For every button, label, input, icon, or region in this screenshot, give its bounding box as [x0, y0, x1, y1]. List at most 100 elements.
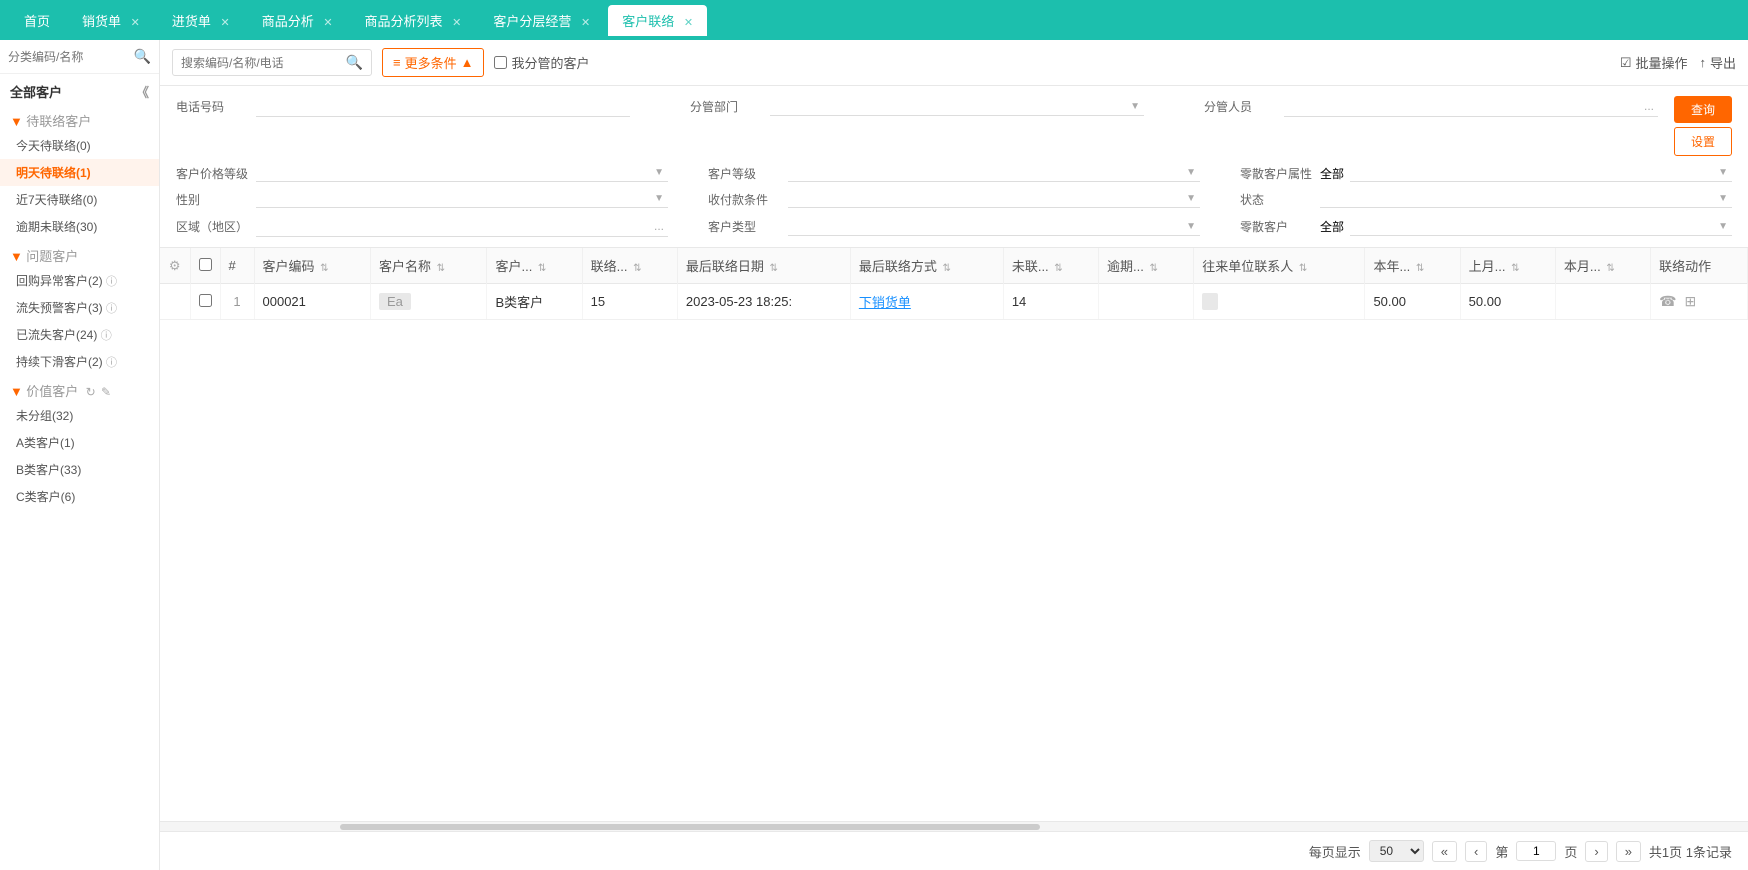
- row-select-checkbox[interactable]: [199, 294, 212, 307]
- reset-btn[interactable]: 设置: [1674, 127, 1732, 156]
- last-page-btn[interactable]: »: [1616, 841, 1641, 862]
- filter-price-level: 客户价格等级 ▼: [176, 164, 668, 182]
- col-contacts[interactable]: 联络... ⇅: [582, 248, 677, 284]
- filter-actions: 查询 设置: [1674, 96, 1732, 156]
- page-input[interactable]: [1516, 841, 1556, 861]
- person-select[interactable]: ...: [1284, 96, 1658, 117]
- close-sales-icon[interactable]: ✕: [131, 17, 140, 29]
- customer-type-select[interactable]: ▼: [788, 218, 1200, 236]
- col-not-contacted[interactable]: 未联... ⇅: [1003, 248, 1098, 284]
- action-grid-icon[interactable]: ⊞: [1685, 293, 1697, 310]
- nav-sales[interactable]: 销货单 ✕: [68, 5, 154, 36]
- search-input[interactable]: [181, 56, 346, 70]
- value-group-label: ▼ 价值客户 ↻ ✎: [0, 375, 159, 402]
- sidebar-item-overdue[interactable]: 逾期未联络(30): [0, 213, 159, 240]
- sidebar-item-7days[interactable]: 近7天待联络(0): [0, 186, 159, 213]
- sidebar-item-tomorrow[interactable]: 明天待联络(1): [0, 159, 159, 186]
- per-page-select[interactable]: 50 100 200: [1369, 840, 1424, 862]
- search-box: 🔍: [172, 49, 372, 76]
- retail-customer-select[interactable]: ▼: [1350, 218, 1732, 236]
- price-level-select[interactable]: ▼: [256, 164, 668, 182]
- all-customers-label: 全部客户: [10, 82, 62, 101]
- col-this-year[interactable]: 本年... ⇅: [1365, 248, 1460, 284]
- col-settings[interactable]: ⚙: [160, 248, 190, 284]
- sort-last-date-icon: ⇅: [770, 263, 778, 274]
- customer-level-label: 客户等级: [708, 165, 788, 182]
- sidebar-item-ungrouped[interactable]: 未分组(32): [0, 402, 159, 429]
- export-btn[interactable]: ↑ 导出: [1699, 53, 1736, 72]
- sort-code-icon: ⇅: [320, 263, 328, 274]
- sort-unit-contacts-icon: ⇅: [1299, 263, 1307, 274]
- my-customers-checkbox[interactable]: 我分管的客户: [494, 53, 589, 72]
- filter-more-btn[interactable]: ≡ 更多条件 ▲: [382, 48, 484, 77]
- row-settings: [160, 284, 190, 320]
- search-icon[interactable]: 🔍: [346, 54, 363, 71]
- collapse-icon[interactable]: 《: [136, 82, 149, 101]
- nav-home[interactable]: 首页: [10, 5, 64, 36]
- col-last-date[interactable]: 最后联络日期 ⇅: [677, 248, 850, 284]
- horizontal-scrollbar[interactable]: [160, 821, 1748, 831]
- sidebar-item-c-class[interactable]: C类客户(6): [0, 483, 159, 510]
- sidebar-item-churn-warning[interactable]: 流失预警客户(3) ⓘ: [0, 294, 159, 321]
- payment-select[interactable]: ▼: [788, 190, 1200, 208]
- query-btn[interactable]: 查询: [1674, 96, 1732, 123]
- sidebar-item-repurchase-abnormal[interactable]: 回购异常客户(2) ⓘ: [0, 267, 159, 294]
- sort-name-icon: ⇅: [437, 263, 445, 274]
- scroll-thumb[interactable]: [340, 824, 1040, 830]
- close-customer-tier-icon[interactable]: ✕: [581, 17, 590, 29]
- col-code[interactable]: 客户编码 ⇅: [254, 248, 370, 284]
- first-page-btn[interactable]: «: [1432, 841, 1457, 862]
- nav-customer-tier[interactable]: 客户分层经营 ✕: [479, 5, 604, 36]
- nav-customer-contact[interactable]: 客户联络 ✕: [608, 5, 707, 36]
- col-last-month[interactable]: 上月... ⇅: [1460, 248, 1555, 284]
- retail-attr-label: 零散客户属性: [1240, 165, 1320, 182]
- sidebar-item-declining[interactable]: 持续下滑客户(2) ⓘ: [0, 348, 159, 375]
- toolbar: 🔍 ≡ 更多条件 ▲ 我分管的客户 ☑ 批量操作 ↑ 导出: [160, 40, 1748, 86]
- my-customers-check[interactable]: [494, 56, 507, 69]
- sidebar-search-icon[interactable]: 🔍: [134, 48, 151, 65]
- phone-input[interactable]: [256, 96, 630, 117]
- nav-purchase[interactable]: 进货单 ✕: [158, 5, 244, 36]
- close-product-analysis-list-icon[interactable]: ✕: [452, 17, 461, 29]
- sidebar-item-churned[interactable]: 已流失客户(24) ⓘ: [0, 321, 159, 348]
- batch-btn[interactable]: ☑ 批量操作: [1620, 53, 1688, 72]
- sidebar-item-a-class[interactable]: A类客户(1): [0, 429, 159, 456]
- close-product-analysis-icon[interactable]: ✕: [323, 17, 332, 29]
- col-this-month[interactable]: 本月... ⇅: [1555, 248, 1650, 284]
- sidebar-search-input[interactable]: [8, 50, 134, 64]
- region-select[interactable]: ...: [256, 216, 668, 237]
- row-type: B类客户: [487, 284, 582, 320]
- table-row: 1 000021 Ea B类客户 15 2023-05-23 18:25: 下销…: [160, 284, 1748, 320]
- prev-page-btn[interactable]: ‹: [1465, 841, 1487, 862]
- nav-product-analysis-list[interactable]: 商品分析列表 ✕: [351, 5, 476, 36]
- gender-select[interactable]: ▼: [256, 190, 668, 208]
- retail-attr-select[interactable]: ▼: [1350, 164, 1732, 182]
- row-action: ☎ ⊞: [1651, 284, 1748, 320]
- filter-customer-type: 客户类型 ▼: [708, 218, 1200, 236]
- last-method-link[interactable]: 下销货单: [859, 295, 911, 310]
- col-overdue[interactable]: 逾期... ⇅: [1099, 248, 1194, 284]
- sidebar-item-b-class[interactable]: B类客户(33): [0, 456, 159, 483]
- status-select[interactable]: ▼: [1320, 190, 1732, 208]
- row-last-method[interactable]: 下销货单: [850, 284, 1003, 320]
- dept-select[interactable]: ▼: [770, 98, 1144, 116]
- sidebar-item-today[interactable]: 今天待联络(0): [0, 132, 159, 159]
- main-layout: 🔍 全部客户 《 ▼ 待联络客户 今天待联络(0) 明天待联络(1) 近7天待联…: [0, 40, 1748, 870]
- nav-product-analysis[interactable]: 商品分析 ✕: [248, 5, 347, 36]
- select-all-checkbox[interactable]: [199, 258, 212, 271]
- filter-row-3: 性别 ▼ 收付款条件 ▼ 状态 ▼: [176, 190, 1732, 208]
- row-checkbox: [190, 284, 220, 320]
- action-phone-icon[interactable]: ☎: [1659, 293, 1676, 310]
- col-unit-contacts[interactable]: 往来单位联系人 ⇅: [1194, 248, 1365, 284]
- page-label: 第: [1495, 842, 1508, 861]
- filter-region: 区域（地区） ...: [176, 216, 668, 237]
- row-unit-contacts: [1194, 284, 1365, 320]
- col-last-method[interactable]: 最后联络方式 ⇅: [850, 248, 1003, 284]
- close-purchase-icon[interactable]: ✕: [220, 17, 229, 29]
- total-label: 共1页 1条记录: [1649, 842, 1732, 861]
- close-customer-contact-icon[interactable]: ✕: [684, 17, 693, 29]
- col-type[interactable]: 客户... ⇅: [487, 248, 582, 284]
- col-name[interactable]: 客户名称 ⇅: [370, 248, 486, 284]
- next-page-btn[interactable]: ›: [1585, 841, 1607, 862]
- customer-level-select[interactable]: ▼: [788, 164, 1200, 182]
